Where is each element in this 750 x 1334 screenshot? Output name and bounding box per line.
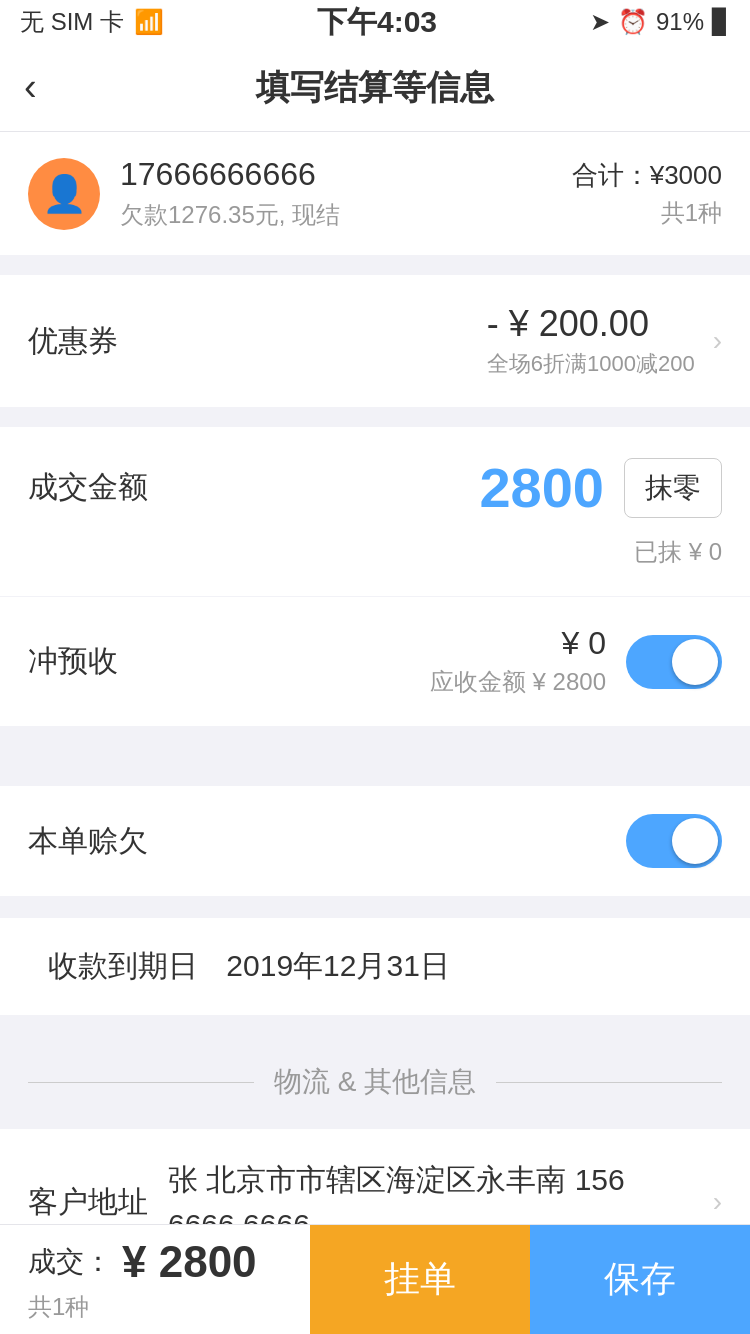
deal-sub-text: 已抹 ¥ 0 (28, 536, 722, 568)
pre-receive-right: ¥ 0 应收金额 ¥ 2800 (430, 625, 722, 698)
customer-debt: 欠款1276.35元, 现结 (120, 199, 340, 231)
deal-amount-label: 成交金额 (28, 467, 148, 508)
location-icon: ➤ (590, 8, 610, 36)
pre-amount-sub: 应收金额 ¥ 2800 (430, 666, 606, 698)
pre-receive-toggle[interactable] (626, 635, 722, 689)
customer-phone: 17666666666 (120, 156, 340, 193)
status-time: 下午4:03 (317, 2, 437, 43)
section-divider-1 (0, 746, 750, 766)
avatar-icon: 👤 (42, 173, 87, 215)
customer-left: 👤 17666666666 欠款1276.35元, 现结 (28, 156, 340, 231)
hang-order-button[interactable]: 挂单 (310, 1225, 530, 1335)
bottom-deal-label: 成交： (28, 1243, 112, 1281)
battery-icon: ▊ (712, 8, 730, 36)
coupon-row[interactable]: 优惠券 - ¥ 200.00 全场6折满1000减200 › (0, 275, 750, 407)
deal-section: 成交金额 2800 抹零 已抹 ¥ 0 (0, 427, 750, 596)
main-content: 👤 17666666666 欠款1276.35元, 现结 合计：¥3000 共1… (0, 132, 750, 1334)
deal-row: 成交金额 2800 抹零 (28, 455, 722, 520)
alarm-icon: ⏰ (618, 8, 648, 36)
bottom-summary: 成交： ¥ 2800 共1种 (0, 1237, 310, 1323)
status-bar: 无 SIM 卡 📶 下午4:03 ➤ ⏰ 91% ▊ (0, 0, 750, 44)
due-date-value: 2019年12月31日 (226, 949, 449, 982)
due-date-section: 收款到期日 2019年12月31日 (0, 918, 750, 1015)
bad-debt-section: 本单赊欠 (0, 786, 750, 896)
deal-amount-value: 2800 (479, 455, 604, 520)
customer-right: 合计：¥3000 共1种 (572, 158, 722, 229)
due-date-content: 收款到期日 2019年12月31日 (28, 946, 722, 987)
bottom-deal-amount: ¥ 2800 (122, 1237, 257, 1287)
avatar: 👤 (28, 158, 100, 230)
due-date-label: 收款到期日 (48, 949, 198, 982)
page-title: 填写结算等信息 (256, 65, 494, 111)
back-button[interactable]: ‹ (24, 66, 37, 109)
pre-amount-value: ¥ 0 (430, 625, 606, 662)
deal-right: 2800 抹零 (479, 455, 722, 520)
coupon-description: 全场6折满1000减200 (487, 349, 695, 379)
total-label: 合计：¥3000 (572, 158, 722, 193)
status-right: ➤ ⏰ 91% ▊ (590, 8, 730, 36)
logistics-line-right (496, 1082, 722, 1083)
battery-label: 91% (656, 8, 704, 36)
bad-debt-label: 本单赊欠 (28, 821, 148, 862)
bad-debt-toggle[interactable] (626, 814, 722, 868)
bottom-deal-row: 成交： ¥ 2800 (28, 1237, 282, 1287)
no-sim-label: 无 SIM 卡 (20, 6, 124, 38)
wifi-icon: 📶 (134, 8, 164, 36)
bottom-bar: 成交： ¥ 2800 共1种 挂单 保存 (0, 1224, 750, 1334)
nav-bar: ‹ 填写结算等信息 (0, 44, 750, 132)
bottom-count: 共1种 (28, 1291, 282, 1323)
pre-receive-amount: ¥ 0 应收金额 ¥ 2800 (430, 625, 606, 698)
pre-receive-label: 冲预收 (28, 641, 118, 682)
save-button[interactable]: 保存 (530, 1225, 750, 1335)
round-zero-button[interactable]: 抹零 (624, 458, 722, 518)
coupon-right: - ¥ 200.00 全场6折满1000减200 › (487, 303, 722, 379)
address-label: 客户地址 (28, 1182, 148, 1223)
logistics-label: 物流 & 其他信息 (274, 1063, 476, 1101)
customer-info: 17666666666 欠款1276.35元, 现结 (120, 156, 340, 231)
logistics-divider: 物流 & 其他信息 (0, 1035, 750, 1129)
address-chevron-icon: › (713, 1186, 722, 1218)
bad-debt-toggle-thumb (672, 818, 718, 864)
total-count: 共1种 (572, 197, 722, 229)
coupon-chevron-icon: › (713, 325, 722, 357)
logistics-line-left (28, 1082, 254, 1083)
status-left: 无 SIM 卡 📶 (20, 6, 164, 38)
coupon-label: 优惠券 (28, 321, 118, 362)
coupon-discount: - ¥ 200.00 (487, 303, 695, 345)
customer-row: 👤 17666666666 欠款1276.35元, 现结 合计：¥3000 共1… (0, 132, 750, 255)
toggle-thumb (672, 639, 718, 685)
pre-receive-row: 冲预收 ¥ 0 应收金额 ¥ 2800 (0, 597, 750, 726)
